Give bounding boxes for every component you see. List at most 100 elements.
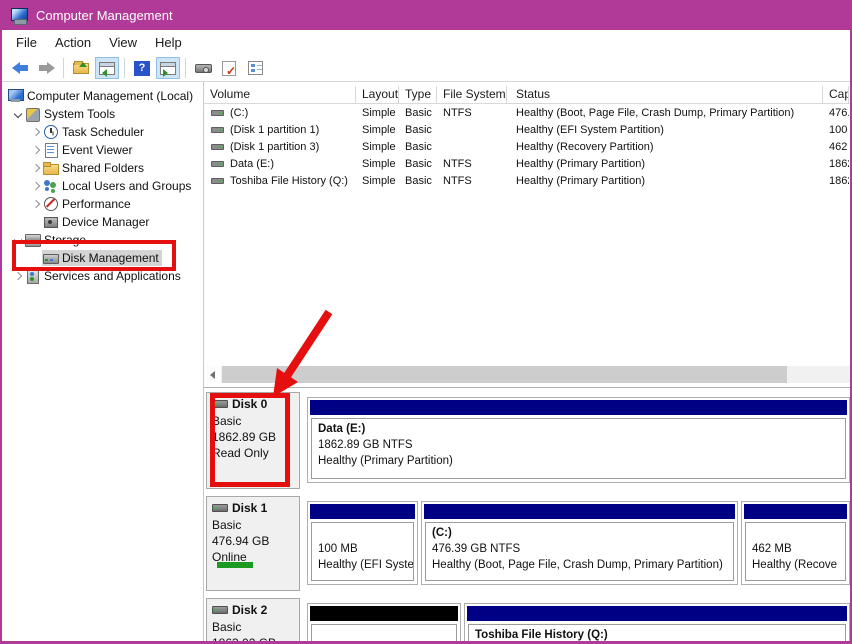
partition-data-e[interactable]: Data (E:) 1862.89 GB NTFS Healthy (Prima… [307, 397, 850, 483]
tree-chevron-icon[interactable] [29, 215, 42, 229]
disk-management-pane: VolumeLayoutTypeFile SystemStatusCapacit… [204, 82, 850, 644]
volume-row-disk1p1[interactable]: (Disk 1 partition 1) Simple Basic Health… [204, 121, 850, 138]
volume-type: Basic [399, 107, 437, 119]
forward-button[interactable] [34, 57, 58, 79]
up-one-level-button[interactable] [69, 57, 93, 79]
menu-help[interactable]: Help [146, 33, 191, 52]
tree-chevron-icon[interactable] [29, 143, 42, 157]
partition-color-bar [310, 400, 847, 415]
col-file-system[interactable]: File System [437, 86, 507, 103]
tree-item-label: Disk Management [62, 251, 159, 265]
show-console-tree-button[interactable] [95, 57, 119, 79]
horizontal-scrollbar[interactable] [204, 366, 850, 383]
menu-view[interactable]: View [100, 33, 146, 52]
tree-chevron-icon[interactable] [29, 251, 42, 265]
check-doc-icon [222, 61, 236, 76]
partition-recovery[interactable]: 462 MB Healthy (Recove [741, 501, 850, 585]
scroll-left-button[interactable] [204, 366, 221, 383]
tree-chevron-icon[interactable] [29, 179, 42, 193]
tree-item-shared-folders[interactable]: Shared Folders [2, 159, 203, 177]
partition-title [752, 525, 843, 541]
tree-chevron-icon[interactable] [11, 233, 24, 247]
tree-item-services-and-applications[interactable]: Services and Applications [2, 267, 203, 285]
volume-row-disk1p3[interactable]: (Disk 1 partition 3) Simple Basic Health… [204, 138, 850, 155]
volume-row-data-e[interactable]: Data (E:) Simple Basic NTFS Healthy (Pri… [204, 155, 850, 172]
computer-management-window: Computer Management FileActionViewHelp ? [0, 0, 852, 644]
tree-item-label: Task Scheduler [62, 125, 144, 139]
partition-efi-system[interactable]: 100 MB Healthy (EFI System [307, 501, 418, 585]
help-button[interactable]: ? [130, 57, 154, 79]
menu-file[interactable]: File [7, 33, 46, 52]
tree-chevron-icon[interactable] [29, 161, 42, 175]
check-document-button[interactable] [217, 57, 241, 79]
disk-type: Basic [212, 517, 299, 533]
disk-management-icon [43, 251, 58, 265]
disk-drive-icon [212, 606, 228, 614]
partition-health: Healthy (EFI System [318, 557, 411, 573]
volume-row-c[interactable]: (C:) Simple Basic NTFS Healthy (Boot, Pa… [204, 104, 850, 121]
volume-status: Healthy (Boot, Page File, Crash Dump, Pr… [507, 107, 823, 119]
partition-c[interactable]: (C:) 476.39 GB NTFS Healthy (Boot, Page … [421, 501, 738, 585]
volume-drive-icon [211, 110, 224, 116]
tree-item-local-users-and-groups[interactable]: Local Users and Groups [2, 177, 203, 195]
device-manager-icon [43, 215, 58, 229]
volume-layout: Simple [356, 175, 399, 187]
checklist-icon [248, 61, 263, 75]
toolbar-separator[interactable] [124, 58, 125, 78]
toolbar-separator[interactable] [63, 58, 64, 78]
tree-item-storage[interactable]: Storage [2, 231, 203, 249]
volume-row-toshiba[interactable]: Toshiba File History (Q:) Simple Basic N… [204, 172, 850, 189]
tree-item-system-tools[interactable]: System Tools [2, 105, 203, 123]
tree-item-disk-management[interactable]: Disk Management [2, 249, 203, 267]
task-checklist-button[interactable] [243, 57, 267, 79]
partition-toshiba-q[interactable]: Toshiba File History (Q:) 1862.92 GB NTF… [464, 603, 850, 644]
panel-window-icon left-pane [99, 62, 115, 75]
drive-tool-button[interactable] [191, 57, 215, 79]
partition-health: Healthy (Boot, Page File, Crash Dump, Pr… [432, 557, 731, 573]
volume-drive-icon [211, 161, 224, 167]
volume-layout: Simple [356, 107, 399, 119]
main-split: Computer Management (Local) System Tools… [2, 82, 850, 644]
disk-0-label[interactable]: Disk 0 Basic 1862.89 GB Read Only [206, 392, 300, 489]
tree-item-event-viewer[interactable]: Event Viewer [2, 141, 203, 159]
tree-chevron-icon[interactable] [11, 107, 24, 121]
computer-management-app-icon [11, 8, 28, 23]
volume-drive-icon [211, 144, 224, 150]
tree-chevron-icon[interactable] [29, 197, 42, 211]
col-volume[interactable]: Volume [204, 86, 356, 103]
tree-chevron-icon[interactable] [29, 125, 42, 139]
disk-2-label[interactable]: Disk 2 Basic 1863.02 GB [206, 598, 300, 644]
col-status[interactable]: Status [507, 86, 823, 103]
disk-size: 1862.89 GB [212, 429, 299, 445]
partition-size: 100 MB [318, 541, 411, 557]
tree-item-device-manager[interactable]: Device Manager [2, 213, 203, 231]
col-capacity[interactable]: Capacity [823, 86, 849, 103]
partition-size: 1862.89 GB NTFS [318, 437, 843, 453]
volume-capacity: 476. [823, 107, 849, 119]
disk-0-row: Disk 0 Basic 1862.89 GB Read Only [206, 392, 850, 489]
show-action-pane-button[interactable] [156, 57, 180, 79]
tree-item-performance[interactable]: Performance [2, 195, 203, 213]
toolbar-separator[interactable] [185, 58, 186, 78]
tree-item-computer-management[interactable]: Computer Management (Local) [2, 87, 203, 105]
tree-item-label: Event Viewer [62, 143, 132, 157]
scrollbar-thumb[interactable] [222, 366, 787, 383]
disk-drive-icon [212, 504, 228, 512]
partition-size: 476.39 GB NTFS [432, 541, 731, 557]
disk-1-label[interactable]: Disk 1 Basic 476.94 GB Online [206, 496, 300, 591]
col-layout[interactable]: Layout [356, 86, 399, 103]
menu-action[interactable]: Action [46, 33, 100, 52]
back-button[interactable] [8, 57, 32, 79]
disk-status: Online [212, 549, 299, 565]
panel-window-icon right-pane [160, 62, 176, 75]
tree-item-task-scheduler[interactable]: Task Scheduler [2, 123, 203, 141]
volume-type: Basic [399, 158, 437, 170]
volume-file-system: NTFS [437, 107, 507, 119]
partition-color-bar [310, 504, 415, 519]
volume-name: (C:) [230, 107, 248, 119]
volume-capacity: 1862 [823, 158, 849, 170]
disk-2-row: Disk 2 Basic 1863.02 GB [206, 598, 850, 644]
partition-101mb[interactable]: 101 MB [307, 603, 461, 644]
col-type[interactable]: Type [399, 86, 437, 103]
tree-chevron-icon[interactable] [11, 269, 24, 283]
